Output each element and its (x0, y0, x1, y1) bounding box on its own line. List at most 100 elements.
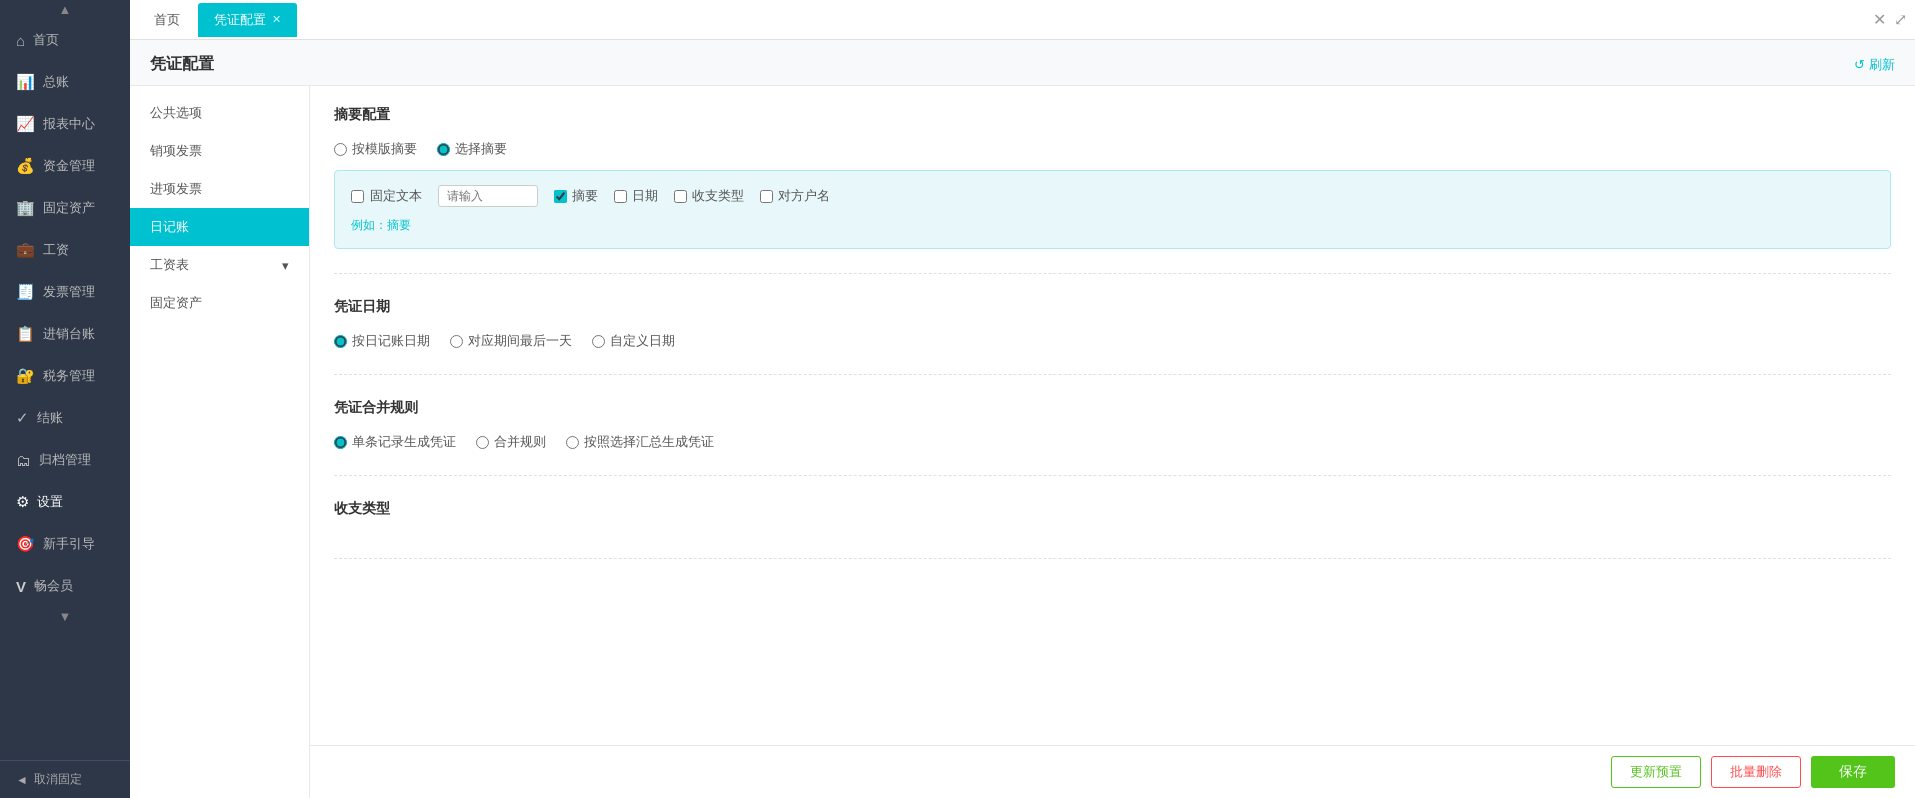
sidebar-item-label: 首页 (33, 31, 59, 49)
sidebar-item-home[interactable]: ⌂ 首页 (0, 19, 130, 61)
sidebar-item-checkout[interactable]: ✓ 结账 (0, 397, 130, 439)
sidebar-item-fund-management[interactable]: 💰 资金管理 (0, 145, 130, 187)
fixed-text-input-field[interactable] (438, 185, 538, 207)
counterpart-checkbox[interactable]: 对方户名 (760, 187, 830, 205)
archive-icon: 🗂 (16, 452, 31, 469)
tab-bar: 首页 凭证配置 ✕ ✕ ⤢ (130, 0, 1915, 40)
sidebar-item-general-ledger[interactable]: 📊 总账 (0, 61, 130, 103)
custom-date-radio[interactable]: 自定义日期 (592, 332, 675, 350)
pin-icon: ◄ (16, 773, 28, 787)
date-check-label: 日期 (632, 187, 658, 205)
page-content: 凭证配置 ↺ 刷新 公共选项 销项发票 进项发票 日记账 (130, 40, 1915, 798)
update-preview-button[interactable]: 更新预置 (1611, 756, 1701, 788)
sidebar-item-label: 资金管理 (43, 157, 95, 175)
sidebar-item-vip[interactable]: V 畅会员 (0, 565, 130, 607)
refresh-button[interactable]: ↺ 刷新 (1854, 56, 1895, 74)
voucher-date-radio-group: 按日记账日期 对应期间最后一天 自定义日期 (334, 332, 1891, 350)
summary-checkbox-row: 固定文本 摘要 日期 (351, 185, 1874, 207)
left-nav-public[interactable]: 公共选项 (130, 94, 309, 132)
tab-voucher-config[interactable]: 凭证配置 ✕ (198, 3, 297, 37)
sidebar-pin-toggle[interactable]: ◄ 取消固定 (0, 760, 130, 798)
summary-config-title: 摘要配置 (334, 106, 1891, 124)
sidebar-item-label: 设置 (37, 493, 63, 511)
summary-config-box: 固定文本 摘要 日期 (334, 170, 1891, 249)
single-record-input[interactable] (334, 436, 347, 449)
tab-close-icon[interactable]: ✕ (272, 13, 281, 26)
left-nav-journal[interactable]: 日记账 (130, 208, 309, 246)
summary-select-label: 选择摘要 (455, 140, 507, 158)
sidebar-item-label: 工资 (43, 241, 69, 259)
last-day-label: 对应期间最后一天 (468, 332, 572, 350)
sidebar-item-label: 总账 (43, 73, 69, 91)
left-nav-purchase-invoice[interactable]: 进项发票 (130, 170, 309, 208)
custom-date-label: 自定义日期 (610, 332, 675, 350)
voucher-merge-section: 凭证合并规则 单条记录生成凭证 合并规则 按照选择汇总生成凭证 (334, 399, 1891, 476)
left-nav-fixed-assets[interactable]: 固定资产 (130, 284, 309, 322)
fixed-text-input-check[interactable] (351, 190, 364, 203)
save-button[interactable]: 保存 (1811, 756, 1895, 788)
batch-delete-button[interactable]: 批量删除 (1711, 756, 1801, 788)
sidebar-item-label: 畅会员 (34, 577, 73, 595)
merge-rule-label: 合并规则 (494, 433, 546, 451)
fund-icon: 💰 (16, 157, 35, 175)
summary-template-radio[interactable]: 按模版摘要 (334, 140, 417, 158)
summary-check-input[interactable] (554, 190, 567, 203)
income-type-check-input[interactable] (674, 190, 687, 203)
sidebar-item-purchase-sales[interactable]: 📋 进销台账 (0, 313, 130, 355)
sidebar-item-guide[interactable]: 🎯 新手引导 (0, 523, 130, 565)
single-record-radio[interactable]: 单条记录生成凭证 (334, 433, 456, 451)
tab-home[interactable]: 首页 (138, 3, 196, 37)
left-nav-sales-invoice[interactable]: 销项发票 (130, 132, 309, 170)
journal-date-radio[interactable]: 按日记账日期 (334, 332, 430, 350)
custom-date-input[interactable] (592, 335, 605, 348)
summary-config-section: 摘要配置 按模版摘要 选择摘要 (334, 106, 1891, 274)
sidebar-item-tax[interactable]: 🔐 税务管理 (0, 355, 130, 397)
counterpart-check-label: 对方户名 (778, 187, 830, 205)
counterpart-check-input[interactable] (760, 190, 773, 203)
sidebar-scroll-down[interactable]: ▼ (0, 607, 130, 626)
single-record-label: 单条记录生成凭证 (352, 433, 456, 451)
sidebar-item-archive[interactable]: 🗂 归档管理 (0, 439, 130, 481)
journal-date-input[interactable] (334, 335, 347, 348)
date-checkbox[interactable]: 日期 (614, 187, 658, 205)
summary-template-input[interactable] (334, 143, 347, 156)
sidebar-item-fixed-assets[interactable]: 🏢 固定资产 (0, 187, 130, 229)
summary-select-input[interactable] (437, 143, 450, 156)
left-nav-salary-label: 工资表 (150, 256, 189, 274)
summary-checkbox[interactable]: 摘要 (554, 187, 598, 205)
income-type-checkbox[interactable]: 收支类型 (674, 187, 744, 205)
report-icon: 📈 (16, 115, 35, 133)
bottom-bar: 更新预置 批量删除 保存 (310, 745, 1915, 798)
voucher-merge-title: 凭证合并规则 (334, 399, 1891, 417)
summary-generate-label: 按照选择汇总生成凭证 (584, 433, 714, 451)
checkout-icon: ✓ (16, 409, 29, 427)
summary-generate-radio[interactable]: 按照选择汇总生成凭证 (566, 433, 714, 451)
left-nav-public-label: 公共选项 (150, 104, 202, 122)
refresh-label: 刷新 (1869, 56, 1895, 74)
fixed-text-checkbox[interactable]: 固定文本 (351, 187, 422, 205)
sidebar-item-salary[interactable]: 💼 工资 (0, 229, 130, 271)
page-title: 凭证配置 (150, 54, 214, 75)
vip-icon: V (16, 578, 26, 595)
last-day-input[interactable] (450, 335, 463, 348)
summary-example: 例如：摘要 (351, 217, 1874, 234)
sidebar-item-settings[interactable]: ⚙ 设置 (0, 481, 130, 523)
date-check-input[interactable] (614, 190, 627, 203)
resize-icon[interactable]: ⤢ (1894, 10, 1907, 29)
sidebar-scroll-up[interactable]: ▲ (0, 0, 130, 19)
merge-rule-input[interactable] (476, 436, 489, 449)
home-icon: ⌂ (16, 32, 25, 49)
voucher-merge-radio-group: 单条记录生成凭证 合并规则 按照选择汇总生成凭证 (334, 433, 1891, 451)
left-nav-assets-label: 固定资产 (150, 294, 202, 312)
window-controls: ✕ ⤢ (1873, 10, 1907, 29)
summary-select-radio[interactable]: 选择摘要 (437, 140, 507, 158)
last-day-radio[interactable]: 对应期间最后一天 (450, 332, 572, 350)
merge-rule-radio[interactable]: 合并规则 (476, 433, 546, 451)
sidebar-item-report-center[interactable]: 📈 报表中心 (0, 103, 130, 145)
summary-generate-input[interactable] (566, 436, 579, 449)
close-icon[interactable]: ✕ (1873, 10, 1886, 29)
sidebar-item-invoice[interactable]: 🧾 发票管理 (0, 271, 130, 313)
refresh-icon: ↺ (1854, 57, 1865, 72)
sidebar-item-label: 发票管理 (43, 283, 95, 301)
left-nav-salary[interactable]: 工资表 ▾ (130, 246, 309, 284)
